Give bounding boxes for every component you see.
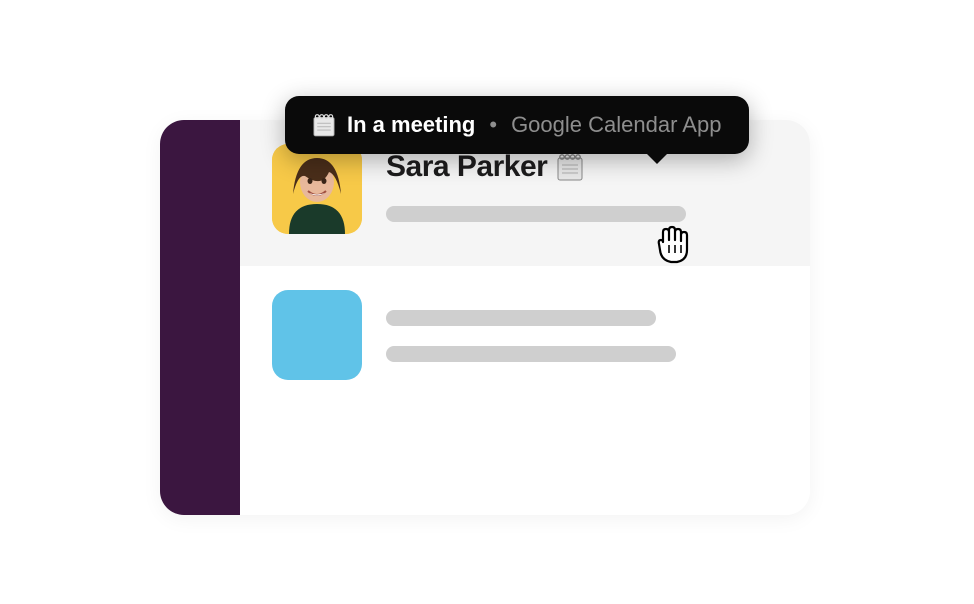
- avatar-photo-placeholder: [272, 144, 362, 234]
- message-text-placeholder: [386, 206, 686, 222]
- avatar[interactable]: [272, 290, 362, 380]
- tooltip-source-text: Google Calendar App: [511, 112, 721, 138]
- spiral-notepad-icon: [557, 153, 583, 181]
- message-content: Sara Parker: [386, 144, 778, 242]
- avatar[interactable]: [272, 144, 362, 234]
- status-emoji-button[interactable]: [557, 153, 583, 181]
- message-content: [386, 290, 778, 382]
- status-tooltip: In a meeting • Google Calendar App: [285, 96, 749, 154]
- message-text-placeholder: [386, 310, 656, 326]
- tooltip-separator: •: [489, 112, 497, 138]
- user-name[interactable]: Sara Parker: [386, 150, 547, 184]
- tooltip-arrow: [645, 152, 669, 164]
- message-text-placeholder: [386, 346, 676, 362]
- message-header: Sara Parker: [386, 150, 778, 184]
- spiral-notepad-icon: [313, 113, 335, 137]
- message-list: Sara Parker: [240, 120, 810, 515]
- message-row[interactable]: [240, 266, 810, 406]
- app-window: Sara Parker: [160, 120, 810, 515]
- sidebar: [160, 120, 240, 515]
- tooltip-status-text: In a meeting: [347, 112, 475, 138]
